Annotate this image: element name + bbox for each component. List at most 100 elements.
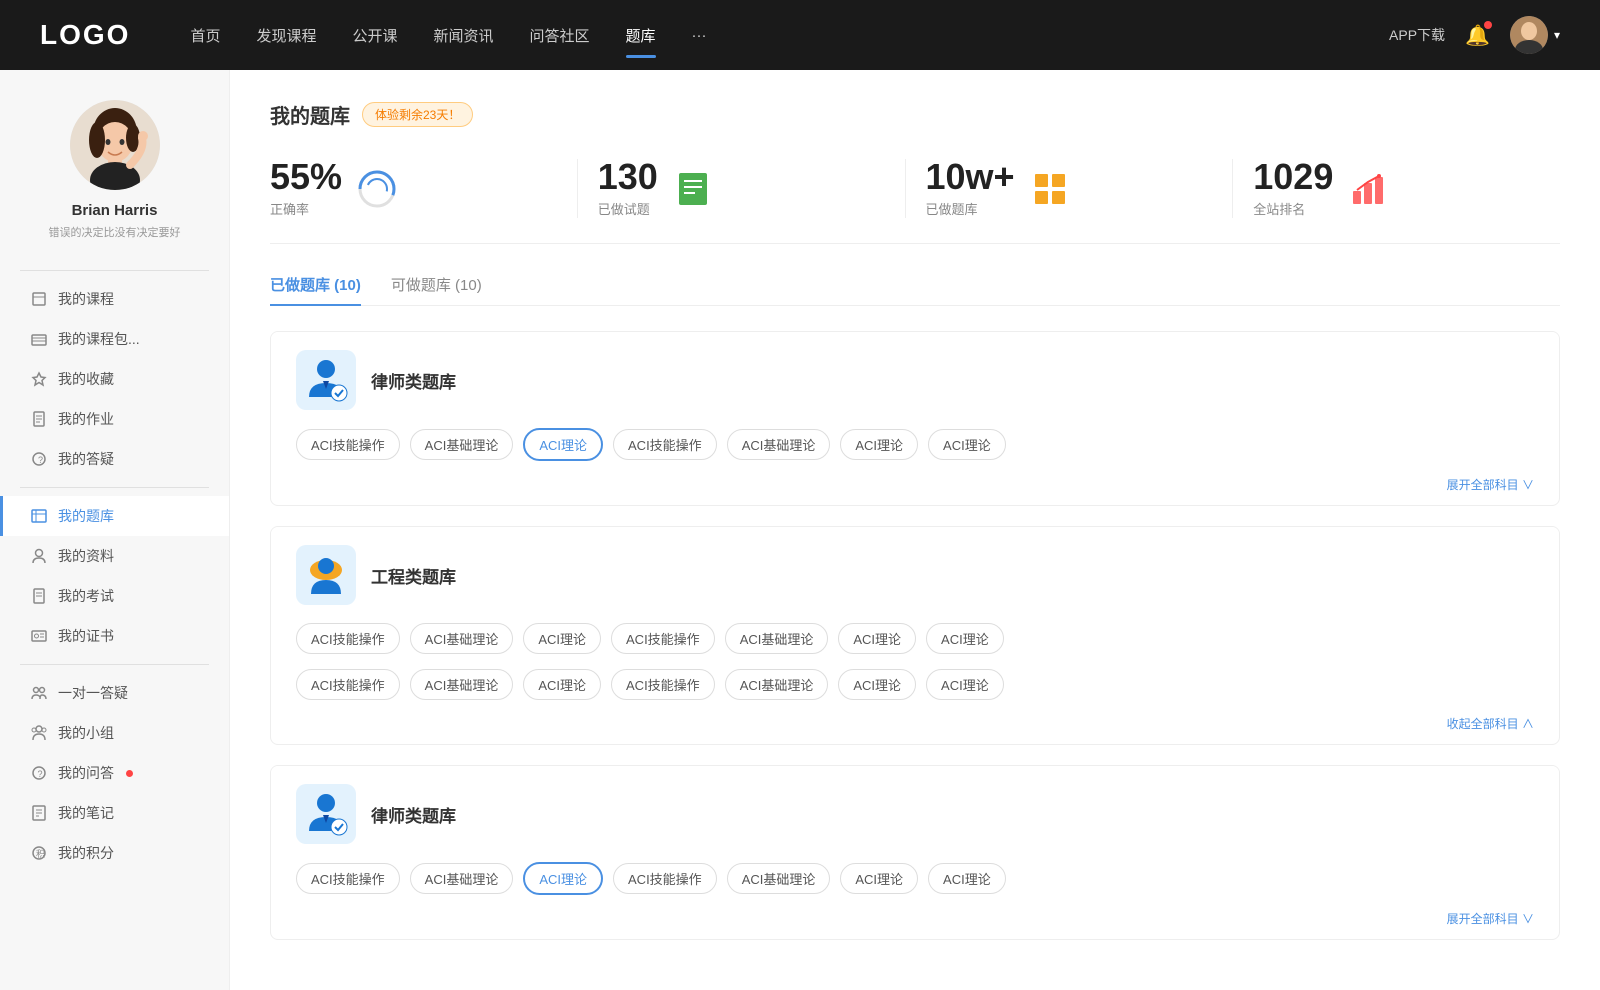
bank-lawyer-1-tag-5[interactable]: ACI理论 [840,429,918,460]
tab-done-banks[interactable]: 已做题库 (10) [270,274,361,305]
sidebar-exam-label: 我的考试 [58,586,114,606]
exam-icon [30,587,48,605]
bank-engineer-tags-row1: ACI技能操作 ACI基础理论 ACI理论 ACI技能操作 ACI基础理论 AC… [271,623,1559,669]
bank-lawyer-1-expand[interactable]: 展开全部科目 ∨ [271,476,1559,505]
bell-button[interactable]: 🔔 [1465,23,1490,48]
sidebar-item-homework[interactable]: 我的作业 [0,399,229,439]
bank-section-engineer: 工程类题库 ACI技能操作 ACI基础理论 ACI理论 ACI技能操作 ACI基… [270,526,1560,745]
stat-accuracy-label: 正确率 [270,199,342,218]
svg-text:积: 积 [36,848,45,859]
bank-lawyer-2-tag-1[interactable]: ACI基础理论 [410,863,514,894]
sidebar-profile-label: 我的资料 [58,546,114,566]
sidebar-1on1-label: 一对一答疑 [58,683,128,703]
nav-qa[interactable]: 问答社区 [530,21,590,50]
bank-lawyer-1-title: 律师类题库 [371,368,456,393]
qa-notification-dot [126,770,133,777]
app-download-button[interactable]: APP下载 [1389,25,1445,45]
sidebar-item-course-packages[interactable]: 我的课程包... [0,319,229,359]
bank-engineer-tag-r2-0[interactable]: ACI技能操作 [296,669,400,700]
sidebar-questions-label: 我的答疑 [58,449,114,469]
notification-dot [1484,21,1492,29]
bank-lawyer-2-tag-0[interactable]: ACI技能操作 [296,863,400,894]
nav-question-bank[interactable]: 题库 [626,21,656,50]
stat-done-questions: 130 已做试题 [578,159,906,218]
bank-engineer-tag-r1-1[interactable]: ACI基础理论 [410,623,514,654]
bank-engineer-tag-r1-2[interactable]: ACI理论 [523,623,601,654]
sidebar-item-exam[interactable]: 我的考试 [0,576,229,616]
sidebar-item-points[interactable]: 积 我的积分 [0,833,229,873]
stat-accuracy-icon [357,169,397,209]
bank-lawyer-2-title: 律师类题库 [371,802,456,827]
nav-open[interactable]: 公开课 [352,21,397,50]
1on1-icon [30,684,48,702]
sidebar-divider-1 [20,270,209,271]
bank-engineer-tag-r1-0[interactable]: ACI技能操作 [296,623,400,654]
bank-lawyer-1-tag-0[interactable]: ACI技能操作 [296,429,400,460]
bank-engineer-tag-r2-6[interactable]: ACI理论 [926,669,1004,700]
sidebar-item-groups[interactable]: 我的小组 [0,713,229,753]
bank-engineer-tag-r2-5[interactable]: ACI理论 [838,669,916,700]
content-area: 我的题库 体验剩余23天！ 55% 正确率 [230,70,1600,990]
bank-engineer-tag-r2-2[interactable]: ACI理论 [523,669,601,700]
points-icon: 积 [30,844,48,862]
trial-badge: 体验剩余23天！ [362,102,473,127]
bank-engineer-tag-r1-6[interactable]: ACI理论 [926,623,1004,654]
profile-icon [30,547,48,565]
sidebar-divider-2 [20,487,209,488]
bank-lawyer-2-tag-2[interactable]: ACI理论 [523,862,603,895]
bank-lawyer-1-tag-6[interactable]: ACI理论 [928,429,1006,460]
stat-done-banks: 10w+ 已做题库 [906,159,1234,218]
user-name: Brian Harris [72,202,158,219]
bank-engineer-tag-r2-3[interactable]: ACI技能操作 [611,669,715,700]
page-header: 我的题库 体验剩余23天！ [270,100,1560,129]
bank-header-lawyer-2: 律师类题库 [271,766,1559,862]
sidebar-item-favorites[interactable]: 我的收藏 [0,359,229,399]
nav-home[interactable]: 首页 [190,21,220,50]
bank-engineer-collapse[interactable]: 收起全部科目 ∧ [271,715,1559,744]
sidebar-item-courses[interactable]: 我的课程 [0,279,229,319]
stat-done-questions-label: 已做试题 [598,199,658,218]
bank-engineer-tag-r2-4[interactable]: ACI基础理论 [725,669,829,700]
bank-engineer-tag-r2-1[interactable]: ACI基础理论 [410,669,514,700]
bank-lawyer-2-expand[interactable]: 展开全部科目 ∨ [271,910,1559,939]
sidebar-item-profile[interactable]: 我的资料 [0,536,229,576]
user-menu[interactable]: ▾ [1510,16,1560,54]
nav-news[interactable]: 新闻资讯 [434,21,494,50]
bank-lawyer-1-tag-4[interactable]: ACI基础理论 [727,429,831,460]
bank-engineer-tag-r1-4[interactable]: ACI基础理论 [725,623,829,654]
bank-lawyer-2-tag-4[interactable]: ACI基础理论 [727,863,831,894]
stat-site-rank: 1029 全站排名 [1233,159,1560,218]
bank-lawyer-1-tag-3[interactable]: ACI技能操作 [613,429,717,460]
stat-done-questions-icon [673,169,713,209]
sidebar-course-packages-label: 我的课程包... [58,329,140,349]
bank-lawyer-2-tag-6[interactable]: ACI理论 [928,863,1006,894]
sidebar-item-my-qa[interactable]: ? 我的问答 [0,753,229,793]
nav-more[interactable]: ··· [692,23,707,48]
stat-site-rank-label: 全站排名 [1253,199,1333,218]
user-avatar [1510,16,1548,54]
stats-row: 55% 正确率 130 已做试题 [270,159,1560,244]
sidebar-item-1on1[interactable]: 一对一答疑 [0,673,229,713]
bank-section-lawyer-1: 律师类题库 ACI技能操作 ACI基础理论 ACI理论 ACI技能操作 ACI基… [270,331,1560,506]
svg-text:?: ? [38,769,43,779]
stat-done-banks-icon [1030,169,1070,209]
bank-lawyer-1-tag-1[interactable]: ACI基础理论 [410,429,514,460]
bank-section-lawyer-2: 律师类题库 ACI技能操作 ACI基础理论 ACI理论 ACI技能操作 ACI基… [270,765,1560,940]
sidebar-item-questions[interactable]: ? 我的答疑 [0,439,229,479]
bank-lawyer-2-tag-3[interactable]: ACI技能操作 [613,863,717,894]
bank-lawyer-1-tag-2[interactable]: ACI理论 [523,428,603,461]
nav-discover[interactable]: 发现课程 [256,21,316,50]
bank-engineer-tag-r1-3[interactable]: ACI技能操作 [611,623,715,654]
bank-engineer-tags-row2: ACI技能操作 ACI基础理论 ACI理论 ACI技能操作 ACI基础理论 AC… [271,669,1559,715]
sidebar-item-question-bank[interactable]: 我的题库 [0,496,229,536]
sidebar-item-notes[interactable]: 我的笔记 [0,793,229,833]
tab-available-banks[interactable]: 可做题库 (10) [391,274,482,305]
bank-engineer-icon [296,545,356,605]
sidebar-my-qa-label: 我的问答 [58,763,114,783]
bank-engineer-tag-r1-5[interactable]: ACI理论 [838,623,916,654]
bank-lawyer-2-tag-5[interactable]: ACI理论 [840,863,918,894]
sidebar-item-certificate[interactable]: 我的证书 [0,616,229,656]
homework-icon [30,410,48,428]
groups-icon [30,724,48,742]
sidebar: Brian Harris 错误的决定比没有决定要好 我的课程 我的课程包... … [0,70,230,990]
